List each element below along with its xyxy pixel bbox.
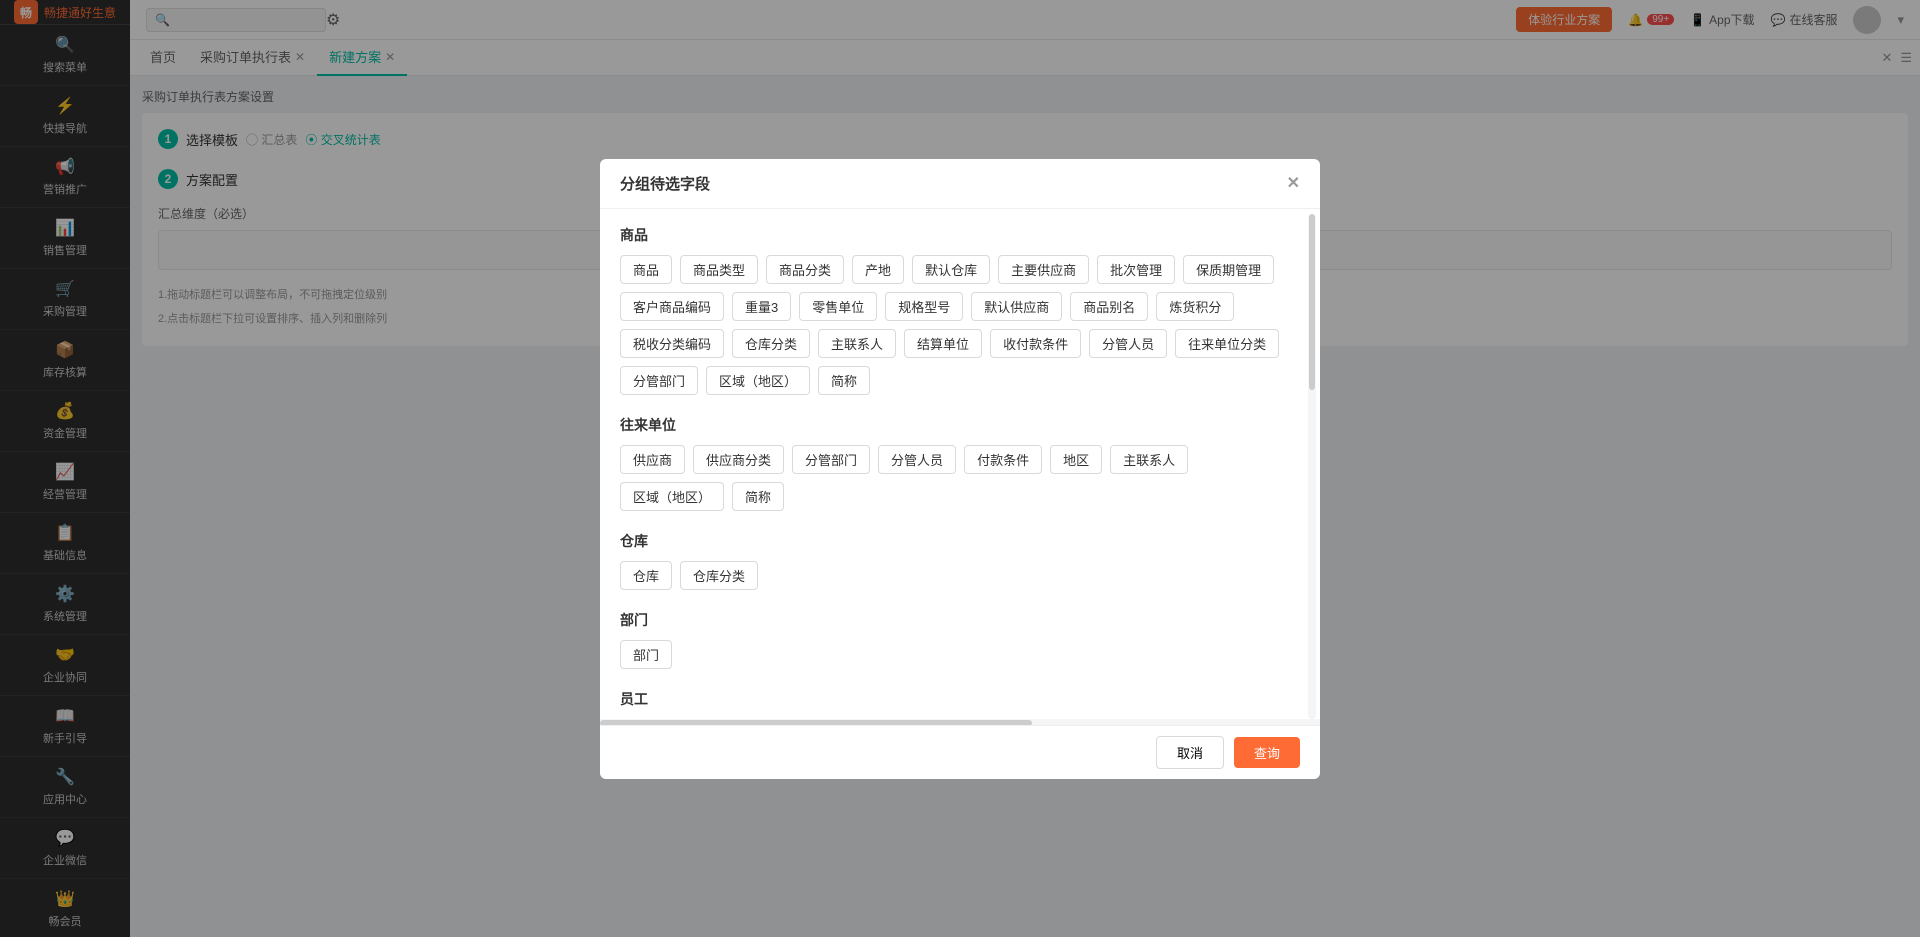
cancel-button[interactable]: 取消 — [1156, 736, 1224, 769]
field-tag-0-13[interactable]: 商品别名 — [1070, 292, 1148, 321]
field-section-员工: 员工业务员 — [620, 689, 1300, 719]
field-tag-0-10[interactable]: 零售单位 — [799, 292, 877, 321]
field-tag-0-1[interactable]: 商品类型 — [680, 255, 758, 284]
field-tag-0-9[interactable]: 重量3 — [732, 292, 791, 321]
section-title-0: 商品 — [620, 225, 1300, 245]
field-tag-0-24[interactable]: 简称 — [818, 366, 870, 395]
field-tag-0-20[interactable]: 分管人员 — [1089, 329, 1167, 358]
field-tag-0-12[interactable]: 默认供应商 — [971, 292, 1062, 321]
modal-header: 分组待选字段 ✕ — [600, 159, 1320, 209]
field-tag-1-7[interactable]: 区域（地区） — [620, 482, 724, 511]
field-tag-0-21[interactable]: 往来单位分类 — [1175, 329, 1279, 358]
section-title-4: 员工 — [620, 689, 1300, 709]
section-title-1: 往来单位 — [620, 415, 1300, 435]
field-tag-0-5[interactable]: 主要供应商 — [998, 255, 1089, 284]
field-tag-3-0[interactable]: 部门 — [620, 640, 672, 669]
field-tag-0-0[interactable]: 商品 — [620, 255, 672, 284]
field-section-仓库: 仓库仓库仓库分类 — [620, 531, 1300, 590]
field-tag-0-8[interactable]: 客户商品编码 — [620, 292, 724, 321]
field-tag-1-2[interactable]: 分管部门 — [792, 445, 870, 474]
field-tag-0-18[interactable]: 结算单位 — [904, 329, 982, 358]
field-tag-0-17[interactable]: 主联系人 — [818, 329, 896, 358]
modal-footer: 取消 查询 — [600, 725, 1320, 779]
field-tag-0-23[interactable]: 区域（地区） — [706, 366, 810, 395]
field-tag-0-11[interactable]: 规格型号 — [885, 292, 963, 321]
field-tag-0-16[interactable]: 仓库分类 — [732, 329, 810, 358]
field-section-商品: 商品商品商品类型商品分类产地默认仓库主要供应商批次管理保质期管理客户商品编码重量… — [620, 225, 1300, 395]
field-tag-1-8[interactable]: 简称 — [732, 482, 784, 511]
modal: 分组待选字段 ✕ 商品商品商品类型商品分类产地默认仓库主要供应商批次管理保质期管… — [600, 159, 1320, 779]
field-tag-1-3[interactable]: 分管人员 — [878, 445, 956, 474]
field-tag-0-2[interactable]: 商品分类 — [766, 255, 844, 284]
modal-vertical-scrollbar-track[interactable] — [1308, 214, 1316, 719]
field-tag-2-0[interactable]: 仓库 — [620, 561, 672, 590]
confirm-button[interactable]: 查询 — [1234, 737, 1300, 768]
field-tag-1-5[interactable]: 地区 — [1050, 445, 1102, 474]
modal-horizontal-scrollbar[interactable] — [600, 719, 1320, 725]
section-title-3: 部门 — [620, 610, 1300, 630]
field-tag-0-7[interactable]: 保质期管理 — [1183, 255, 1274, 284]
field-tag-2-1[interactable]: 仓库分类 — [680, 561, 758, 590]
field-tag-1-6[interactable]: 主联系人 — [1110, 445, 1188, 474]
field-tag-0-3[interactable]: 产地 — [852, 255, 904, 284]
field-tag-1-1[interactable]: 供应商分类 — [693, 445, 784, 474]
field-section-往来单位: 往来单位供应商供应商分类分管部门分管人员付款条件地区主联系人区域（地区） 简称 — [620, 415, 1300, 511]
section-title-2: 仓库 — [620, 531, 1300, 551]
modal-scroll-thumb — [600, 720, 1032, 725]
field-tags-1: 供应商供应商分类分管部门分管人员付款条件地区主联系人区域（地区） 简称 — [620, 445, 1300, 511]
field-tags-0: 商品商品类型商品分类产地默认仓库主要供应商批次管理保质期管理客户商品编码重量3 零… — [620, 255, 1300, 395]
field-tag-0-14[interactable]: 炼货积分 — [1156, 292, 1234, 321]
field-tags-3: 部门 — [620, 640, 1300, 669]
field-tag-0-22[interactable]: 分管部门 — [620, 366, 698, 395]
field-tag-0-6[interactable]: 批次管理 — [1097, 255, 1175, 284]
field-tag-0-19[interactable]: 收付款条件 — [990, 329, 1081, 358]
field-tag-1-4[interactable]: 付款条件 — [964, 445, 1042, 474]
modal-body: 商品商品商品类型商品分类产地默认仓库主要供应商批次管理保质期管理客户商品编码重量… — [600, 209, 1320, 719]
field-tag-0-4[interactable]: 默认仓库 — [912, 255, 990, 284]
modal-close-icon[interactable]: ✕ — [1287, 173, 1300, 193]
field-section-部门: 部门部门 — [620, 610, 1300, 669]
field-tag-0-15[interactable]: 税收分类编码 — [620, 329, 724, 358]
field-tags-2: 仓库仓库分类 — [620, 561, 1300, 590]
modal-vertical-scroll-thumb — [1309, 214, 1315, 391]
field-tag-1-0[interactable]: 供应商 — [620, 445, 685, 474]
modal-overlay: 分组待选字段 ✕ 商品商品商品类型商品分类产地默认仓库主要供应商批次管理保质期管… — [0, 0, 1920, 937]
modal-title: 分组待选字段 — [620, 173, 710, 194]
